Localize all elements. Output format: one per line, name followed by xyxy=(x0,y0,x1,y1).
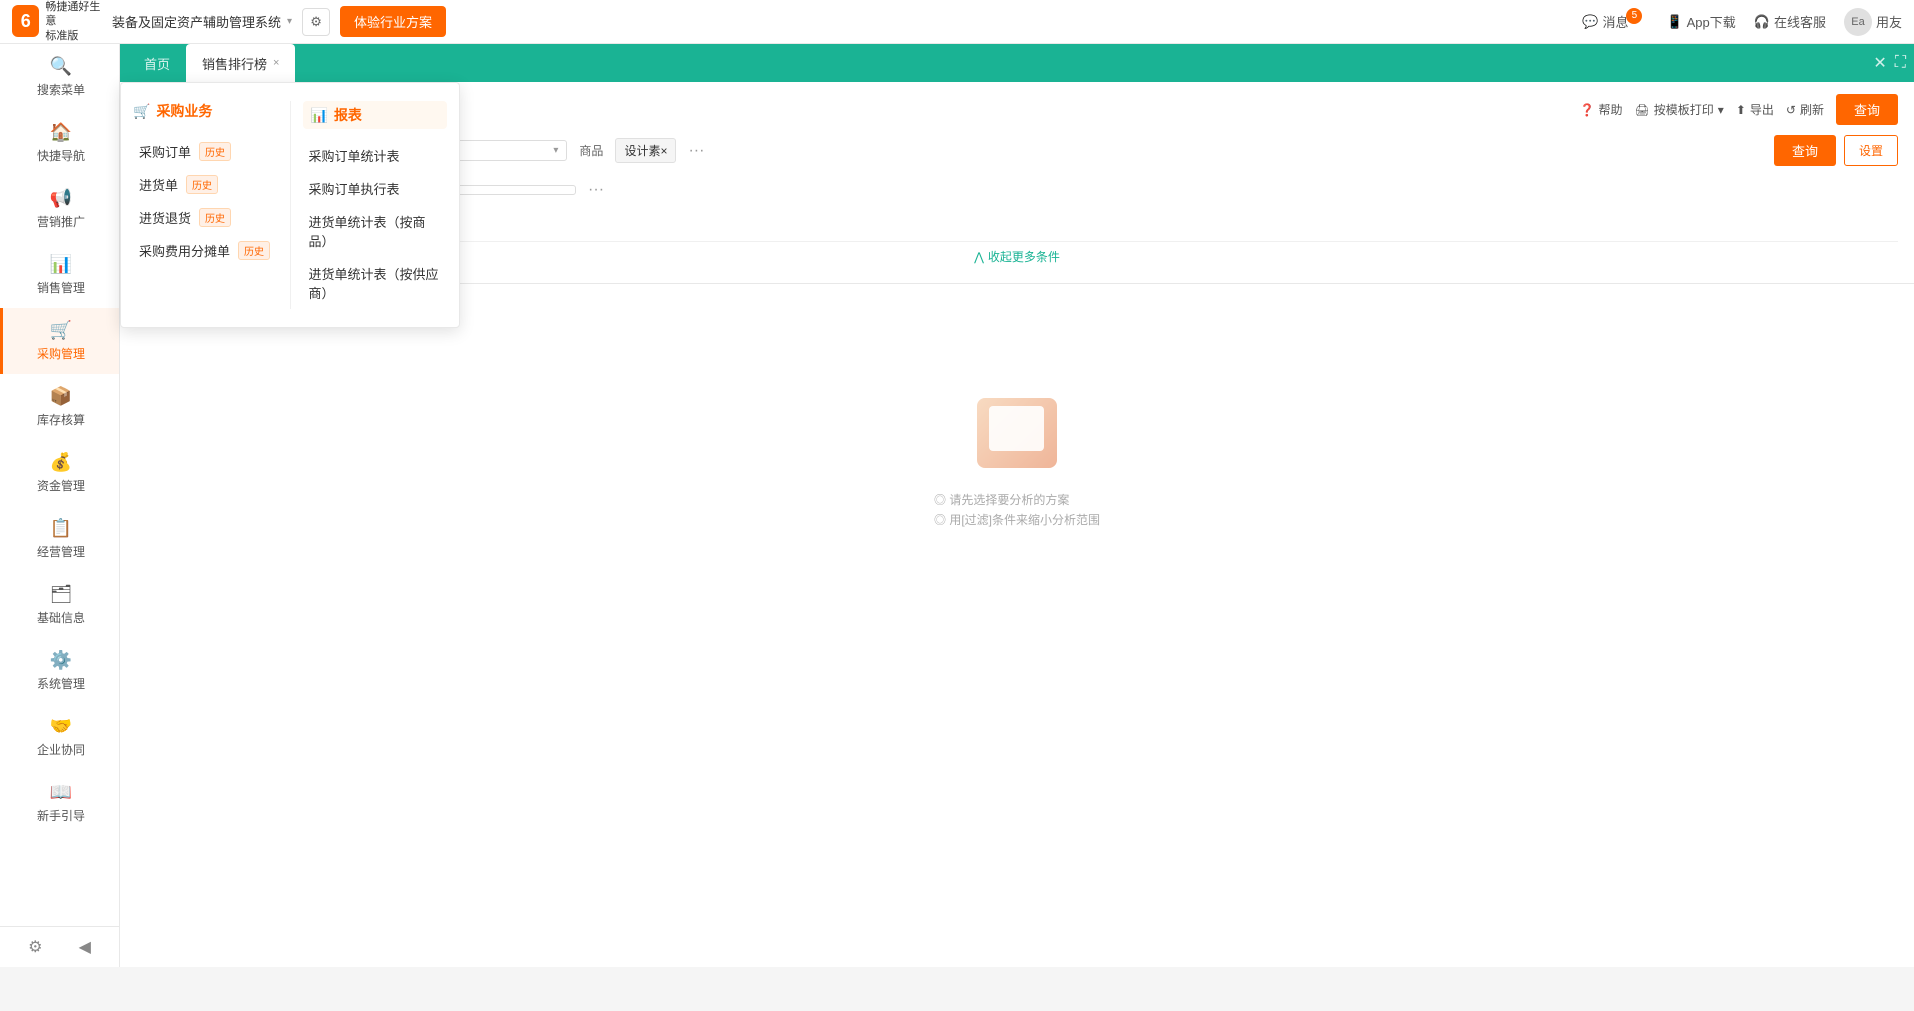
collapse-up-icon: ⋀ xyxy=(974,250,984,264)
topbar: 6 畅捷通好生意 标准版 装备及固定资产辅助管理系统 ▾ ⚙ 体验行业方案 💬 … xyxy=(0,0,1914,44)
user-item[interactable]: Ea 用友 xyxy=(1844,8,1902,36)
inventory-icon: 📦 xyxy=(50,386,72,407)
goods-tag: 设计素× xyxy=(615,138,676,163)
tab-maximize-icon[interactable]: ⛶ xyxy=(1895,54,1906,72)
purchase-icon: 🛒 xyxy=(50,320,72,341)
goods-label: 商品 xyxy=(579,142,603,159)
report-col-header: 📊 报表 xyxy=(303,101,448,129)
online-service-item[interactable]: 🎧 在线客服 xyxy=(1754,12,1826,31)
purchase-dropdown-menu: 🛒 采购业务 采购订单历史进货单历史进货退货历史采购费用分摊单历史 📊 报表 采… xyxy=(120,82,460,328)
sidebar-bottom: ⚙ ◀ xyxy=(0,926,119,967)
logo-area: 6 畅捷通好生意 标准版 xyxy=(12,0,102,43)
report-col-icon: 📊 xyxy=(311,107,328,124)
notification-icon: 💬 xyxy=(1582,14,1598,30)
report-menu-item[interactable]: 采购订单执行表 xyxy=(303,172,448,205)
sidebar: 🔍搜索菜单🏠快捷导航📢营销推广📊销售管理🛒采购管理📦库存核算💰资金管理📋经营管理… xyxy=(0,44,120,967)
empty-hints: 请先选择要分析的方案 用[过滤]条件来缩小分析范围 xyxy=(934,488,1100,531)
sidebar-item-purchase[interactable]: 🛒采购管理 xyxy=(0,308,119,374)
system-icon: ⚙️ xyxy=(50,650,72,671)
sidebar-item-nav[interactable]: 🏠快捷导航 xyxy=(0,110,119,176)
purchase-col-icon: 🛒 xyxy=(133,103,150,120)
avatar: Ea xyxy=(1844,8,1872,36)
topbar-right: 💬 消息 5 📱 App下载 🎧 在线客服 Ea 用友 xyxy=(1582,8,1902,36)
sidebar-item-marketing[interactable]: 📢营销推广 xyxy=(0,176,119,242)
report-col: 📊 报表 采购订单统计表采购订单执行表进货单统计表（按商品）进货单统计表（按供应… xyxy=(291,93,460,317)
operation-icon: 📋 xyxy=(50,518,72,539)
history-badge: 历史 xyxy=(199,142,231,161)
query-btn-2[interactable]: 查询 xyxy=(1774,135,1836,166)
report-menu-item[interactable]: 采购订单统计表 xyxy=(303,139,448,172)
search-icon: 🔍 xyxy=(50,56,72,77)
nav-icon: 🏠 xyxy=(50,122,72,143)
query-actions: 查询 设置 xyxy=(1774,135,1898,166)
print-btn[interactable]: 🖨 按模板打印 ▾ xyxy=(1635,101,1724,118)
sidebar-item-inventory[interactable]: 📦库存核算 xyxy=(0,374,119,440)
salesperson-dots[interactable]: ··· xyxy=(588,181,604,199)
empty-state-icon xyxy=(972,388,1062,478)
tabbar-right: ✕ ⛶ xyxy=(1873,53,1906,73)
purchase-menu-item[interactable]: 进货退货历史 xyxy=(133,201,278,234)
empty-state: 请先选择要分析的方案 用[过滤]条件来缩小分析范围 xyxy=(120,284,1914,634)
purchase-menu-item[interactable]: 采购费用分摊单历史 xyxy=(133,234,278,267)
sidebar-item-cooperation[interactable]: 🤝企业协同 xyxy=(0,704,119,770)
refresh-icon: ↺ xyxy=(1786,103,1796,117)
sales-icon: 📊 xyxy=(50,254,72,275)
system-title: 装备及固定资产辅助管理系统 ▾ xyxy=(112,12,292,31)
export-icon: ⬆ xyxy=(1736,103,1746,117)
report-menu-item[interactable]: 进货单统计表（按供应商） xyxy=(303,257,448,309)
sidebar-item-base[interactable]: 🗂基础信息 xyxy=(0,572,119,638)
sidebar-collapse-btn[interactable]: ◀ xyxy=(79,937,91,957)
sidebar-item-operation[interactable]: 📋经营管理 xyxy=(0,506,119,572)
sidebar-item-sales[interactable]: 📊销售管理 xyxy=(0,242,119,308)
logo-text: 畅捷通好生意 标准版 xyxy=(45,0,102,43)
base-icon: 🗂 xyxy=(50,584,73,605)
notification-item[interactable]: 💬 消息 5 xyxy=(1582,12,1648,31)
refresh-btn[interactable]: ↺ 刷新 xyxy=(1786,101,1824,118)
cooperation-icon: 🤝 xyxy=(50,716,72,737)
purchase-col-header: 🛒 采购业务 xyxy=(133,101,278,125)
finance-icon: 💰 xyxy=(50,452,72,473)
tab-close-icon[interactable]: × xyxy=(273,57,279,69)
tab-home[interactable]: 首页 xyxy=(128,44,186,82)
industry-button[interactable]: 体验行业方案 xyxy=(340,6,446,37)
sidebar-settings-btn[interactable]: ⚙ xyxy=(28,937,42,957)
toolbar-actions: ❓ 帮助 🖨 按模板打印 ▾ ⬆ 导出 ↺ 刷新 xyxy=(1580,101,1824,118)
report-menu-item[interactable]: 进货单统计表（按商品） xyxy=(303,205,448,257)
history-badge: 历史 xyxy=(186,175,218,194)
settings-icon[interactable]: ⚙ xyxy=(302,8,330,36)
dropdown-arrow-icon[interactable]: ▾ xyxy=(287,16,292,27)
phone-icon: 📱 xyxy=(1666,14,1682,30)
goods-dots[interactable]: ··· xyxy=(688,142,704,160)
print-arrow-icon: ▾ xyxy=(1718,103,1724,117)
query-button[interactable]: 查询 xyxy=(1836,94,1898,125)
print-icon: 🖨 xyxy=(1635,103,1650,117)
tab-close-all-icon[interactable]: ✕ xyxy=(1873,53,1886,73)
status-arrow-icon: ▾ xyxy=(553,145,558,156)
sidebar-item-finance[interactable]: 💰资金管理 xyxy=(0,440,119,506)
headset-icon: 🎧 xyxy=(1754,14,1770,30)
purchase-col: 🛒 采购业务 采购订单历史进货单历史进货退货历史采购费用分摊单历史 xyxy=(121,93,290,317)
export-btn[interactable]: ⬆ 导出 xyxy=(1736,101,1774,118)
purchase-menu-item[interactable]: 进货单历史 xyxy=(133,168,278,201)
purchase-menu-item[interactable]: 采购订单历史 xyxy=(133,135,278,168)
sidebar-item-search[interactable]: 🔍搜索菜单 xyxy=(0,44,119,110)
help-btn[interactable]: ❓ 帮助 xyxy=(1580,101,1623,118)
notification-badge: 5 xyxy=(1626,8,1642,24)
tabbar: 首页 销售排行榜 × ✕ ⛶ xyxy=(120,44,1914,82)
logo-icon: 6 xyxy=(12,5,39,37)
marketing-icon: 📢 xyxy=(50,188,72,209)
setting-btn[interactable]: 设置 xyxy=(1844,135,1898,166)
history-badge: 历史 xyxy=(238,241,270,260)
guide-icon: 📖 xyxy=(50,782,72,803)
tab-sales-rank[interactable]: 销售排行榜 × xyxy=(186,44,295,82)
help-icon: ❓ xyxy=(1580,103,1595,117)
sidebar-item-guide[interactable]: 📖新手引导 xyxy=(0,770,119,836)
history-badge: 历史 xyxy=(199,208,231,227)
sidebar-item-system[interactable]: ⚙️系统管理 xyxy=(0,638,119,704)
app-download-item[interactable]: 📱 App下载 xyxy=(1666,12,1735,31)
dropdown-columns: 🛒 采购业务 采购订单历史进货单历史进货退货历史采购费用分摊单历史 📊 报表 采… xyxy=(121,93,459,317)
